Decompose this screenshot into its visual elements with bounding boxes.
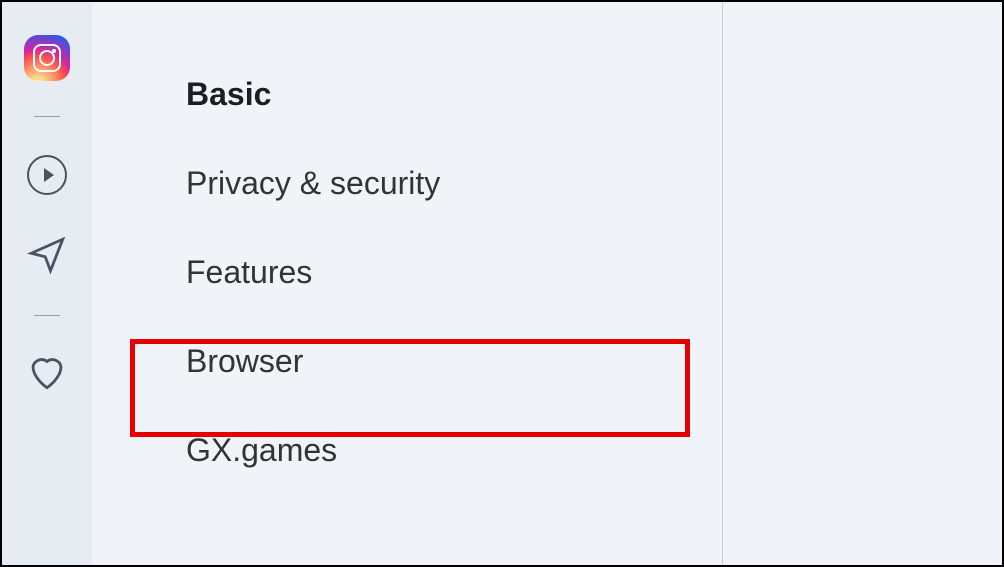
nav-item-browser[interactable]: Browser xyxy=(186,317,722,406)
sidebar-item-send[interactable] xyxy=(23,233,71,281)
nav-item-basic[interactable]: Basic xyxy=(186,50,722,139)
content-area xyxy=(723,2,1002,565)
sidebar-item-instagram[interactable] xyxy=(23,34,71,82)
nav-item-gxgames[interactable]: GX.games xyxy=(186,406,722,495)
sidebar-item-heart[interactable] xyxy=(23,350,71,398)
settings-nav: Basic Privacy & security Features Browse… xyxy=(92,2,722,565)
nav-item-features[interactable]: Features xyxy=(186,228,722,317)
play-icon xyxy=(27,155,67,195)
nav-item-privacy[interactable]: Privacy & security xyxy=(186,139,722,228)
instagram-icon xyxy=(24,35,70,81)
sidebar-divider xyxy=(34,315,60,316)
icon-sidebar xyxy=(2,2,92,565)
heart-icon xyxy=(26,351,68,398)
sidebar-divider xyxy=(34,116,60,117)
send-icon xyxy=(26,234,68,281)
sidebar-item-play[interactable] xyxy=(23,151,71,199)
